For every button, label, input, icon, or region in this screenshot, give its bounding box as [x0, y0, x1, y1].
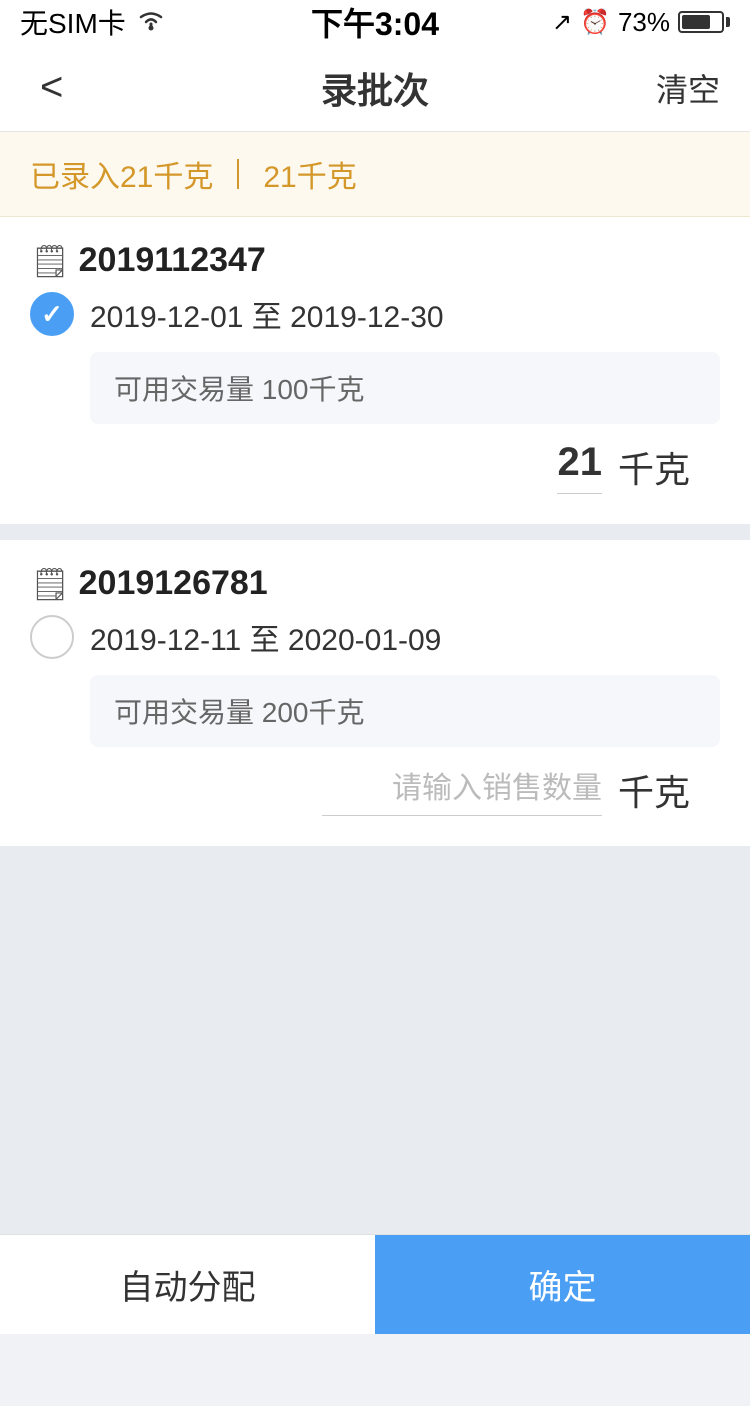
auto-distribute-button[interactable]: 自动分配	[0, 1235, 375, 1334]
clear-button[interactable]: 清空	[656, 65, 720, 111]
wifi-icon	[136, 6, 166, 38]
status-bar: 无SIM卡 下午3:04 ↗ ⏰ 73%	[0, 0, 750, 44]
date-row-1[interactable]: 2019-12-01 至 2019-12-30	[30, 292, 720, 336]
quantity-unit-1: 千克	[618, 441, 690, 493]
quantity-value-1: 21	[557, 440, 602, 485]
summary-divider	[237, 159, 239, 189]
radio-2[interactable]	[30, 615, 74, 659]
batch-card-2: 🗒 2019126781 2019-12-11 至 2020-01-09 可用交…	[0, 540, 750, 846]
nav-bar: < 录批次 清空	[0, 44, 750, 132]
date-range-1: 2019-12-01 至 2019-12-30	[90, 292, 444, 336]
status-left: 无SIM卡	[20, 2, 166, 42]
summary-total: 21千克	[263, 152, 356, 196]
battery-percent: 73%	[618, 7, 670, 38]
summary-recorded: 已录入21千克	[30, 152, 213, 196]
batch-id-row-2: 🗒 2019126781	[30, 564, 720, 603]
quantity-unit-2: 千克	[618, 764, 690, 816]
quantity-input-area-2[interactable]: 请输入销售数量	[322, 763, 602, 816]
back-button[interactable]: <	[30, 55, 73, 120]
radio-1[interactable]	[30, 292, 74, 336]
date-row-2[interactable]: 2019-12-11 至 2020-01-09	[30, 615, 720, 659]
doc-icon-1: 🗒	[30, 242, 71, 280]
batch-card-1: 🗒 2019112347 2019-12-01 至 2019-12-30 可用交…	[0, 217, 750, 524]
alarm-icon: ⏰	[580, 8, 610, 37]
batch-id-2: 2019126781	[79, 564, 268, 603]
doc-icon-2: 🗒	[30, 565, 71, 603]
content-area: 已录入21千克 21千克 🗒 2019112347 2019-12-01 至 2…	[0, 132, 750, 1406]
quantity-row-1: 21 千克	[30, 424, 720, 494]
battery-indicator	[678, 11, 730, 33]
availability-2: 可用交易量 200千克	[90, 675, 720, 747]
quantity-display-1: 21	[557, 440, 602, 494]
batch-id-1: 2019112347	[79, 241, 266, 280]
time-label: 下午3:04	[311, 0, 439, 45]
carrier-label: 无SIM卡	[20, 2, 126, 42]
section-divider	[0, 524, 750, 540]
confirm-button[interactable]: 确定	[375, 1235, 750, 1334]
location-icon: ↗	[552, 8, 572, 37]
date-range-2: 2019-12-11 至 2020-01-09	[90, 615, 441, 659]
status-right: ↗ ⏰ 73%	[552, 7, 730, 38]
bottom-buttons: 自动分配 确定	[0, 1234, 750, 1334]
batch-id-row-1: 🗒 2019112347	[30, 241, 720, 280]
page-title: 录批次	[321, 62, 429, 114]
availability-1: 可用交易量 100千克	[90, 352, 720, 424]
quantity-row-2[interactable]: 请输入销售数量 千克	[30, 747, 720, 816]
quantity-placeholder-2: 请输入销售数量	[392, 763, 602, 807]
summary-banner: 已录入21千克 21千克	[0, 132, 750, 217]
